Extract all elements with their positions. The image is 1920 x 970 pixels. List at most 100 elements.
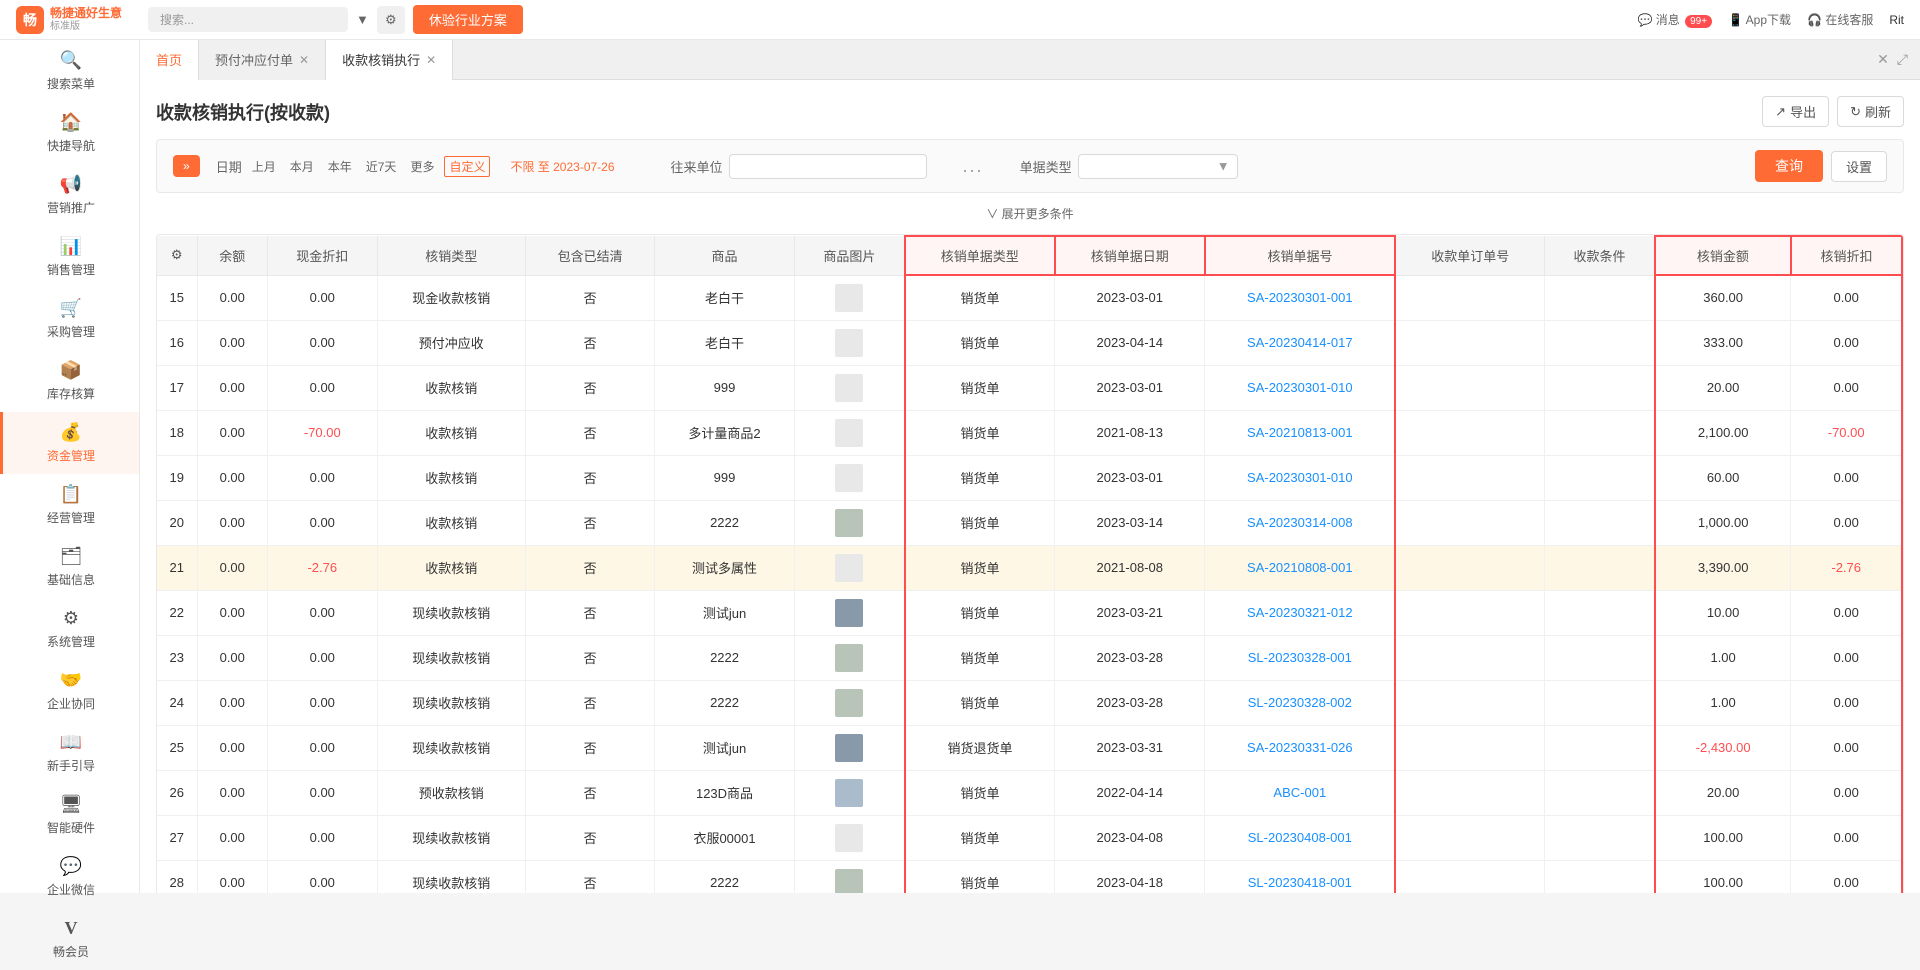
table-row: 16 0.00 0.00 预付冲应收 否 老白干 销货单 2023-04-14 … xyxy=(157,320,1902,365)
date-last-month[interactable]: 上月 xyxy=(248,156,280,177)
cell-goods-img xyxy=(794,545,904,590)
sidebar-item-wechat[interactable]: 💬 企业微信 xyxy=(0,846,139,908)
sidebar: 🔍 搜索菜单 🏠 快捷导航 📢 营销推广 📊 销售管理 🛒 采购管理 📦 库存核… xyxy=(0,40,140,893)
cell-cash-discount: 0.00 xyxy=(268,815,378,860)
cell-discount: 0.00 xyxy=(1791,815,1902,860)
partner-input[interactable] xyxy=(729,154,927,179)
expand-more-button[interactable]: ∨ 展开更多条件 xyxy=(986,205,1073,222)
cell-amount: 3,390.00 xyxy=(1655,545,1791,590)
cell-settled: 否 xyxy=(526,320,655,365)
cell-settled: 否 xyxy=(526,590,655,635)
cell-cash-discount: 0.00 xyxy=(268,770,378,815)
table-row: 19 0.00 0.00 收款核销 否 999 销货单 2023-03-01 S… xyxy=(157,455,1902,500)
query-button[interactable]: 查询 xyxy=(1755,150,1823,182)
date-this-month[interactable]: 本月 xyxy=(286,156,318,177)
cell-goods: 测试jun xyxy=(655,590,795,635)
table-row: 22 0.00 0.00 现续收款核销 否 测试jun 销货单 2023-03-… xyxy=(157,590,1902,635)
th-goods-img: 商品图片 xyxy=(794,236,904,275)
sidebar-item-sales[interactable]: 📊 销售管理 xyxy=(0,226,139,288)
cell-type: 现续收款核销 xyxy=(377,680,526,725)
cell-cash-discount: 0.00 xyxy=(268,635,378,680)
filter-setting-button[interactable]: 设置 xyxy=(1831,151,1887,182)
table-row: 28 0.00 0.00 现续收款核销 否 2222 销货单 2023-04-1… xyxy=(157,860,1902,893)
hardware-icon: 🖥 xyxy=(60,794,83,815)
finance-icon: 💰 xyxy=(60,422,82,443)
sidebar-item-system[interactable]: ⚙ 系统管理 xyxy=(0,598,139,660)
cell-bill-type: 销货单 xyxy=(905,770,1055,815)
filter-expand-button[interactable]: » xyxy=(173,155,200,177)
tab-close-prepay[interactable]: ✕ xyxy=(299,53,309,67)
tab-prepay[interactable]: 预付冲应付单 ✕ xyxy=(199,40,326,80)
cell-bill-no: SA-20230331-026 xyxy=(1205,725,1396,770)
cell-order-no xyxy=(1395,815,1544,860)
cell-bill-date: 2022-04-14 xyxy=(1055,770,1205,815)
close-window-icon[interactable]: ✕ xyxy=(1877,51,1889,68)
cell-balance: 0.00 xyxy=(197,410,268,455)
date-more[interactable]: 更多 xyxy=(406,156,438,177)
maximize-window-icon[interactable]: ⤢ xyxy=(1897,51,1908,68)
cell-type: 现续收款核销 xyxy=(377,725,526,770)
sidebar-item-basic[interactable]: 🗂 基础信息 xyxy=(0,536,139,598)
refresh-button[interactable]: ↻ 刷新 xyxy=(1837,96,1904,127)
cell-bill-no: SA-20210813-001 xyxy=(1205,410,1396,455)
cell-num: 22 xyxy=(157,590,197,635)
tab-home[interactable]: 首页 xyxy=(140,40,199,80)
bill-type-select[interactable] xyxy=(1078,154,1238,179)
date-7days[interactable]: 近7天 xyxy=(362,156,401,177)
cell-bill-date: 2023-04-08 xyxy=(1055,815,1205,860)
sidebar-item-purchase[interactable]: 🛒 采购管理 xyxy=(0,288,139,350)
tab-receipts[interactable]: 收款核销执行 ✕ xyxy=(326,40,453,80)
date-custom[interactable]: 自定义 xyxy=(444,156,490,177)
online-service-btn[interactable]: 🎧 在线客服 xyxy=(1807,11,1873,28)
sidebar-item-member[interactable]: V 畅会员 xyxy=(0,908,139,970)
cell-balance: 0.00 xyxy=(197,365,268,410)
cell-discount: 0.00 xyxy=(1791,590,1902,635)
app-download-btn[interactable]: 📱 App下载 xyxy=(1728,11,1791,28)
table-row: 20 0.00 0.00 收款核销 否 2222 销货单 2023-03-14 … xyxy=(157,500,1902,545)
page-title: 收款核销执行(按收款) xyxy=(156,99,330,125)
sidebar-item-inventory[interactable]: 📦 库存核算 xyxy=(0,350,139,412)
cell-bill-type: 销货单 xyxy=(905,860,1055,893)
cell-num: 17 xyxy=(157,365,197,410)
sidebar-item-guide[interactable]: 📖 新手引导 xyxy=(0,722,139,784)
messages-btn[interactable]: 💬 消息 99+ xyxy=(1637,11,1712,28)
cell-goods-img xyxy=(794,815,904,860)
cell-order-no xyxy=(1395,410,1544,455)
cell-bill-type: 销货单 xyxy=(905,815,1055,860)
cell-discount: 0.00 xyxy=(1791,455,1902,500)
cell-amount: 100.00 xyxy=(1655,815,1791,860)
sidebar-item-business[interactable]: 📋 经营管理 xyxy=(0,474,139,536)
sidebar-item-quick[interactable]: 🏠 快捷导航 xyxy=(0,102,139,164)
settings-gear-btn[interactable]: ⚙ xyxy=(377,6,405,34)
sidebar-item-enterprise[interactable]: 🤝 企业协同 xyxy=(0,660,139,722)
cell-balance: 0.00 xyxy=(197,725,268,770)
sidebar-item-hardware[interactable]: 🖥 智能硬件 xyxy=(0,784,139,846)
cell-settled: 否 xyxy=(526,500,655,545)
cell-bill-type: 销货单 xyxy=(905,545,1055,590)
cell-goods: 测试多属性 xyxy=(655,545,795,590)
sidebar-item-marketing[interactable]: 📢 营销推广 xyxy=(0,164,139,226)
user-name[interactable]: Rit xyxy=(1889,13,1904,27)
cell-condition xyxy=(1545,455,1655,500)
cell-bill-date: 2021-08-13 xyxy=(1055,410,1205,455)
sidebar-item-search[interactable]: 🔍 搜索菜单 xyxy=(0,40,139,102)
table-row: 15 0.00 0.00 现金收款核销 否 老白干 销货单 2023-03-01… xyxy=(157,275,1902,320)
cell-discount: 0.00 xyxy=(1791,500,1902,545)
cell-amount: 20.00 xyxy=(1655,365,1791,410)
tab-close-receipts[interactable]: ✕ xyxy=(426,53,436,67)
date-this-year[interactable]: 本年 xyxy=(324,156,356,177)
home-icon: 🏠 xyxy=(60,112,82,133)
sidebar-item-finance[interactable]: 💰 资金管理 xyxy=(0,412,139,474)
export-button[interactable]: ↗ 导出 xyxy=(1762,96,1829,127)
cell-order-no xyxy=(1395,770,1544,815)
header-actions: ↗ 导出 ↻ 刷新 xyxy=(1762,96,1904,127)
th-cash-discount: 现金折扣 xyxy=(268,236,378,275)
dropdown-arrow-icon[interactable]: ▼ xyxy=(356,12,369,27)
th-order-no: 收款单订单号 xyxy=(1395,236,1544,275)
solution-button[interactable]: 休验行业方案 xyxy=(413,5,523,34)
cell-balance: 0.00 xyxy=(197,455,268,500)
cell-bill-no: SA-20230314-008 xyxy=(1205,500,1396,545)
cell-bill-date: 2023-04-18 xyxy=(1055,860,1205,893)
data-table: ⚙ 余额 现金折扣 核销类型 包含已结清 商品 商品图片 核销单据类型 核销单据… xyxy=(157,235,1903,893)
cell-goods: 2222 xyxy=(655,635,795,680)
